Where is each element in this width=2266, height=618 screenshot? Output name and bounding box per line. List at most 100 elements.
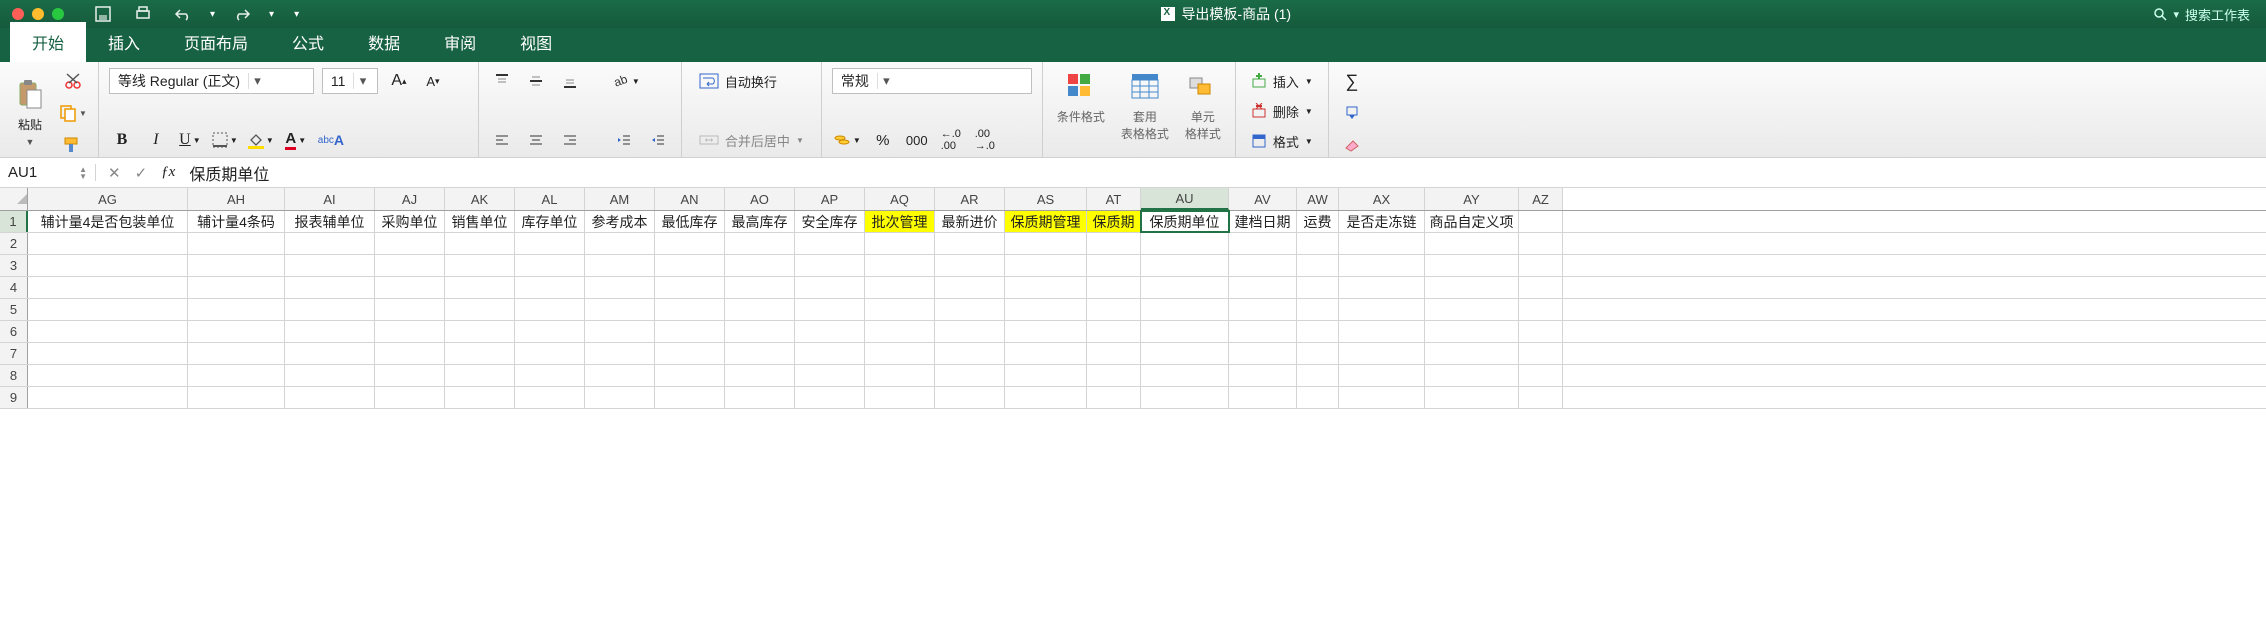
cell-AK6[interactable] [445, 321, 515, 342]
cell-AI7[interactable] [285, 343, 375, 364]
fx-icon[interactable]: ƒx [161, 164, 175, 181]
cell-AN6[interactable] [655, 321, 725, 342]
formula-input[interactable]: 保质期单位 [189, 161, 269, 185]
cell-AG7[interactable] [28, 343, 188, 364]
cell-AN5[interactable] [655, 299, 725, 320]
cell-AT4[interactable] [1087, 277, 1141, 298]
cell-AO3[interactable] [725, 255, 795, 276]
cell-AJ2[interactable] [375, 233, 445, 254]
cell-AL6[interactable] [515, 321, 585, 342]
cell-AX3[interactable] [1339, 255, 1425, 276]
row-header-6[interactable]: 6 [0, 321, 28, 342]
cell-AQ9[interactable] [865, 387, 935, 408]
cell-AH7[interactable] [188, 343, 285, 364]
align-right-button[interactable] [557, 127, 583, 153]
cell-AI9[interactable] [285, 387, 375, 408]
cell-styles-button[interactable]: 单元 格样式 [1181, 68, 1225, 144]
cell-AZ2[interactable] [1519, 233, 1563, 254]
align-center-button[interactable] [523, 127, 549, 153]
copy-button[interactable]: ▼ [58, 100, 88, 126]
cell-AJ3[interactable] [375, 255, 445, 276]
cell-AY2[interactable] [1425, 233, 1519, 254]
cell-AS8[interactable] [1005, 365, 1087, 386]
cell-AL4[interactable] [515, 277, 585, 298]
cell-AJ1[interactable]: 采购单位 [375, 211, 445, 232]
cell-AK1[interactable]: 销售单位 [445, 211, 515, 232]
italic-button[interactable]: I [143, 127, 169, 153]
cell-AX9[interactable] [1339, 387, 1425, 408]
underline-button[interactable]: U▼ [177, 127, 203, 153]
cell-AK4[interactable] [445, 277, 515, 298]
cell-AG9[interactable] [28, 387, 188, 408]
cell-AR1[interactable]: 最新进价 [935, 211, 1005, 232]
cell-AY6[interactable] [1425, 321, 1519, 342]
conditional-format-button[interactable]: 条件格式 [1053, 68, 1109, 127]
cell-AL5[interactable] [515, 299, 585, 320]
cell-AY9[interactable] [1425, 387, 1519, 408]
cell-AI2[interactable] [285, 233, 375, 254]
cell-AM5[interactable] [585, 299, 655, 320]
comma-button[interactable]: 000 [904, 127, 930, 153]
insert-cells-button[interactable]: 插入▼ [1246, 68, 1318, 94]
cell-AV1[interactable]: 建档日期 [1229, 211, 1297, 232]
cell-AM6[interactable] [585, 321, 655, 342]
cell-AQ4[interactable] [865, 277, 935, 298]
cell-AW4[interactable] [1297, 277, 1339, 298]
cell-AH2[interactable] [188, 233, 285, 254]
cell-AR5[interactable] [935, 299, 1005, 320]
cell-AV6[interactable] [1229, 321, 1297, 342]
column-header-AQ[interactable]: AQ [865, 188, 935, 210]
cell-AS1[interactable]: 保质期管理 [1005, 211, 1087, 232]
align-middle-button[interactable] [523, 68, 549, 94]
format-as-table-button[interactable]: 套用 表格格式 [1117, 68, 1173, 144]
cell-AR6[interactable] [935, 321, 1005, 342]
cell-AL9[interactable] [515, 387, 585, 408]
cell-AM9[interactable] [585, 387, 655, 408]
cell-AQ8[interactable] [865, 365, 935, 386]
cell-AT3[interactable] [1087, 255, 1141, 276]
cell-AJ8[interactable] [375, 365, 445, 386]
cell-AO7[interactable] [725, 343, 795, 364]
cell-AT9[interactable] [1087, 387, 1141, 408]
cell-AL8[interactable] [515, 365, 585, 386]
cell-AY7[interactable] [1425, 343, 1519, 364]
font-name-combo[interactable]: 等线 Regular (正文) ▾ [109, 68, 314, 94]
fill-color-button[interactable]: ▼ [247, 127, 275, 153]
cell-AI3[interactable] [285, 255, 375, 276]
cell-AW8[interactable] [1297, 365, 1339, 386]
cell-AN8[interactable] [655, 365, 725, 386]
cell-AQ5[interactable] [865, 299, 935, 320]
cell-AS7[interactable] [1005, 343, 1087, 364]
format-cells-button[interactable]: 格式▼ [1246, 128, 1318, 154]
redo-dropdown-icon[interactable]: ▾ [269, 9, 274, 20]
cell-AV3[interactable] [1229, 255, 1297, 276]
minimize-window-button[interactable] [32, 8, 44, 20]
cell-AK8[interactable] [445, 365, 515, 386]
border-button[interactable]: ▼ [211, 127, 239, 153]
cell-AP3[interactable] [795, 255, 865, 276]
cell-AS5[interactable] [1005, 299, 1087, 320]
column-header-AH[interactable]: AH [188, 188, 285, 210]
cell-AS2[interactable] [1005, 233, 1087, 254]
cell-AI6[interactable] [285, 321, 375, 342]
cell-AN1[interactable]: 最低库存 [655, 211, 725, 232]
cell-AU8[interactable] [1141, 365, 1229, 386]
cell-AX7[interactable] [1339, 343, 1425, 364]
row-header-8[interactable]: 8 [0, 365, 28, 386]
phonetic-button[interactable]: abcA [317, 127, 345, 153]
cell-AP6[interactable] [795, 321, 865, 342]
cell-AQ2[interactable] [865, 233, 935, 254]
cell-AX2[interactable] [1339, 233, 1425, 254]
cell-AI5[interactable] [285, 299, 375, 320]
cell-AO5[interactable] [725, 299, 795, 320]
cell-AV2[interactable] [1229, 233, 1297, 254]
merge-center-button[interactable]: 合并后居中 ▼ [692, 127, 811, 153]
cell-AJ5[interactable] [375, 299, 445, 320]
tab-开始[interactable]: 开始 [10, 22, 86, 62]
clear-button[interactable] [1339, 132, 1365, 158]
cell-AJ7[interactable] [375, 343, 445, 364]
cell-AH9[interactable] [188, 387, 285, 408]
cell-AI1[interactable]: 报表辅单位 [285, 211, 375, 232]
cell-AG1[interactable]: 辅计量4是否包装单位 [28, 211, 188, 232]
cell-AS6[interactable] [1005, 321, 1087, 342]
